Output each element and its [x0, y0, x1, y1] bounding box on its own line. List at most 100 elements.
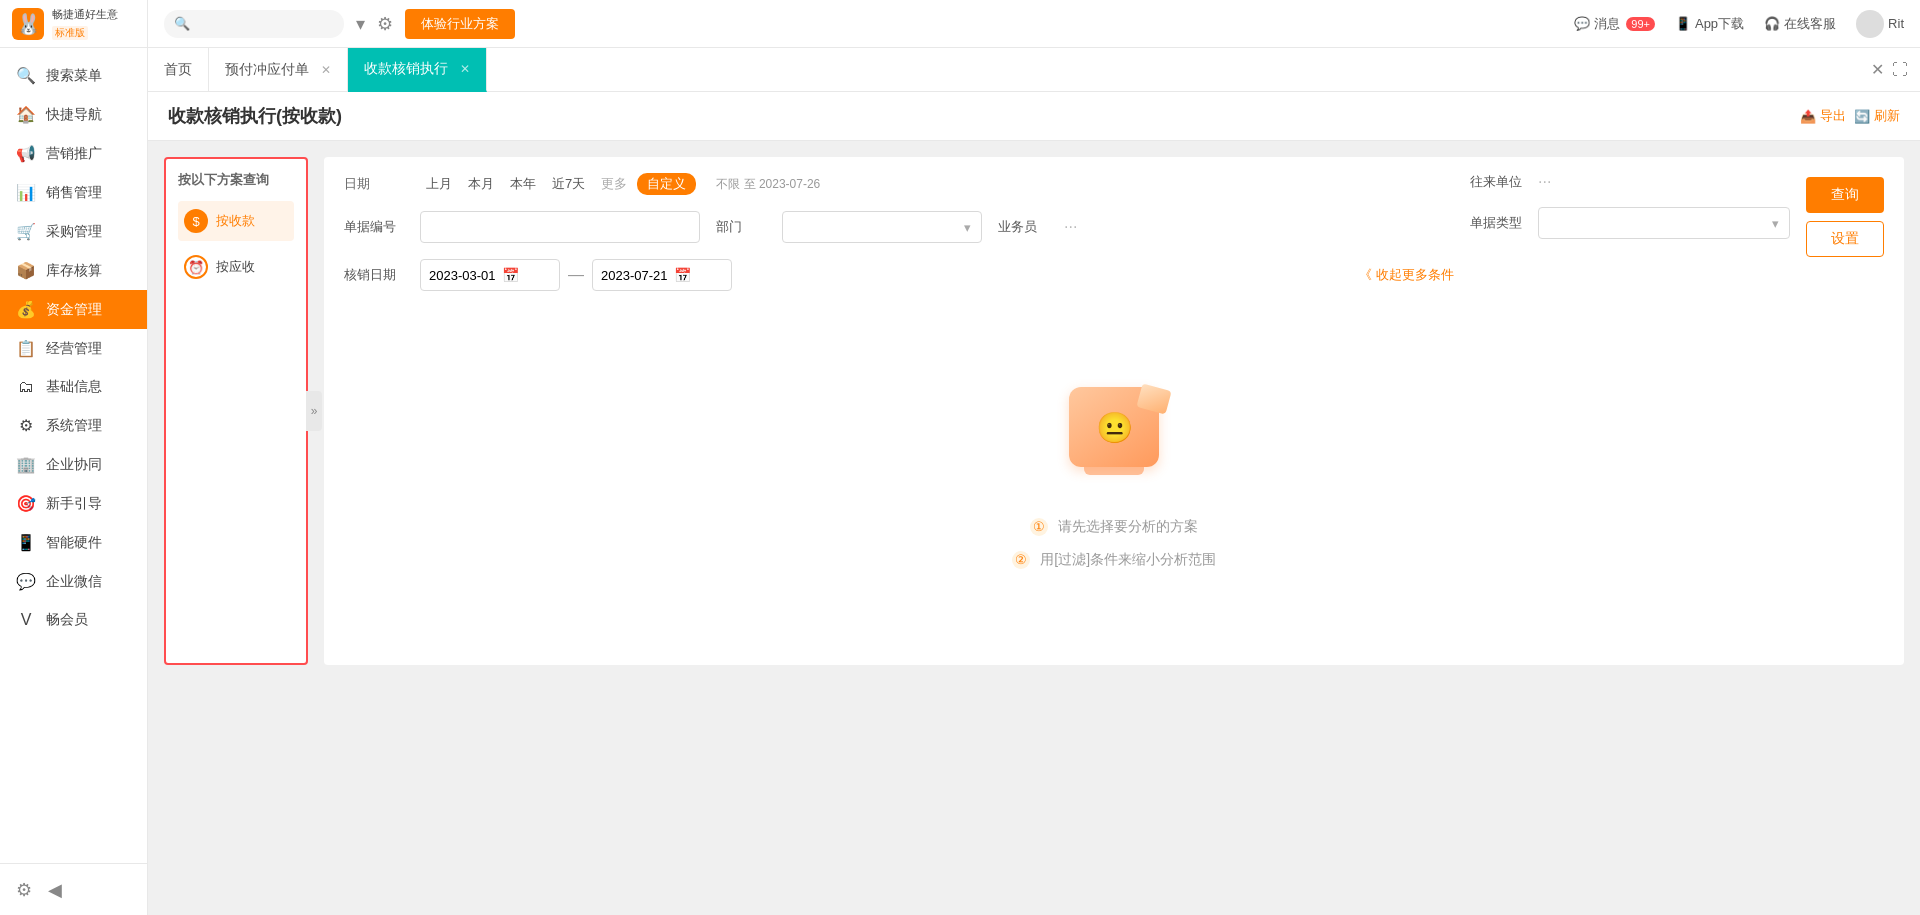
- sidebar-item-guide[interactable]: 🎯新手引导: [0, 484, 147, 523]
- counterpart-row: 往来单位 ···: [1470, 173, 1790, 191]
- date-tab-custom[interactable]: 自定义: [637, 173, 696, 195]
- bill-type-dropdown-icon: ▾: [1772, 216, 1779, 231]
- bill-type-select[interactable]: ▾: [1538, 207, 1790, 239]
- empty-hint-1: ① 请先选择要分析的方案: [1030, 517, 1198, 536]
- search-menu-icon: 🔍: [16, 66, 36, 85]
- sidebar-item-purchase[interactable]: 🛒采购管理: [0, 212, 147, 251]
- verify-date-group: 2023-03-01 📅 — 2023-07-21 📅: [420, 259, 732, 291]
- content-area: 按以下方案查询 $ 按收款 ⏰ 按应收 » 日期: [148, 141, 1920, 681]
- sidebar-item-inventory[interactable]: 📦 库存核算: [0, 251, 147, 290]
- tab-home[interactable]: 首页: [148, 48, 209, 92]
- filter-collapse-button[interactable]: »: [306, 391, 322, 431]
- tab-bar-actions: ✕ ⛶: [1871, 60, 1920, 79]
- date-start-value: 2023-03-01: [429, 268, 496, 283]
- sidebar-item-enterprise-wechat[interactable]: 💬 企业微信: [0, 562, 147, 601]
- refresh-button[interactable]: 🔄 刷新: [1854, 107, 1900, 125]
- date-tab-last-month[interactable]: 上月: [420, 173, 458, 195]
- close-window-icon[interactable]: ✕: [1871, 60, 1884, 79]
- tab-collection[interactable]: 收款核销执行 ✕: [348, 48, 487, 92]
- query-setting-buttons: 查询 设置: [1806, 173, 1884, 257]
- message-button[interactable]: 💬 消息 99+: [1574, 15, 1655, 33]
- sidebar-item-label: 资金管理: [46, 301, 102, 319]
- app-icon: 📱: [1675, 16, 1691, 31]
- sidebar-item-label: 新手引导: [46, 495, 102, 513]
- inventory-icon: 📦: [16, 261, 36, 280]
- verify-date-end[interactable]: 2023-07-21 📅: [592, 259, 732, 291]
- receivable-label: 按应收: [216, 258, 255, 276]
- chevron-down-icon[interactable]: ▾: [356, 13, 365, 35]
- filter-title: 按以下方案查询: [178, 171, 294, 189]
- tab-collection-close[interactable]: ✕: [460, 62, 470, 76]
- sidebar-item-member[interactable]: V畅会员: [0, 601, 147, 639]
- app-download-button[interactable]: 📱 App下载: [1675, 15, 1744, 33]
- filter-by-receivable[interactable]: ⏰ 按应收: [178, 247, 294, 287]
- export-icon: 📤: [1800, 109, 1816, 124]
- sidebar-item-marketing[interactable]: 📢营销推广: [0, 134, 147, 173]
- setting-button[interactable]: 设置: [1806, 221, 1884, 257]
- hint-2-text: 用[过滤]条件来缩小分析范围: [1040, 551, 1216, 567]
- sidebar: 🐰 畅捷通好生意 标准版 🔍搜索菜单🏠快捷导航📢营销推广📊销售管理🛒采购管理 📦 库…: [0, 0, 148, 915]
- sidebar-item-label: 企业协同: [46, 456, 102, 474]
- page-title: 收款核销执行(按收款): [168, 104, 342, 128]
- staff-selector[interactable]: ···: [1064, 218, 1077, 236]
- bill-no-input[interactable]: [420, 211, 700, 243]
- counterpart-label: 往来单位: [1470, 173, 1530, 191]
- date-label: 日期: [344, 175, 404, 193]
- hint-2-number: ②: [1012, 551, 1030, 569]
- search-box[interactable]: 🔍: [164, 10, 344, 38]
- sidebar-item-basic-info[interactable]: 🗂基础信息: [0, 368, 147, 406]
- sidebar-item-search-menu[interactable]: 🔍搜索菜单: [0, 56, 147, 95]
- sidebar-logo: 🐰: [12, 8, 44, 40]
- sidebar-nav: 🔍搜索菜单🏠快捷导航📢营销推广📊销售管理🛒采购管理 📦 库存核算 💰 资金管理 📋经营管理…: [0, 48, 147, 863]
- query-row-1: 日期 上月 本月 本年 近7天 更多 自定义 不限 至 2023-07-26: [344, 173, 1884, 307]
- sidebar-item-smart-hardware[interactable]: 📱智能硬件: [0, 523, 147, 562]
- date-tab-7days[interactable]: 近7天: [546, 173, 591, 195]
- tab-prepay-close[interactable]: ✕: [321, 63, 331, 77]
- sidebar-item-system[interactable]: ⚙系统管理: [0, 406, 147, 445]
- sidebar-item-quick-nav[interactable]: 🏠快捷导航: [0, 95, 147, 134]
- date-tab-more[interactable]: 更多: [595, 173, 633, 195]
- sidebar-item-label: 快捷导航: [46, 106, 102, 124]
- verify-date-start[interactable]: 2023-03-01 📅: [420, 259, 560, 291]
- expand-icon[interactable]: ⛶: [1892, 61, 1908, 79]
- sidebar-item-label: 库存核算: [46, 262, 102, 280]
- user-name[interactable]: Rit: [1856, 10, 1904, 38]
- empty-state: 😐 ① 请先选择要分析的方案 ② 用[过滤]条件来缩小分析范围: [344, 307, 1884, 649]
- sidebar-item-label: 系统管理: [46, 417, 102, 435]
- enterprise-wechat-icon: 💬: [16, 572, 36, 591]
- sidebar-item-enterprise-collab[interactable]: 🏢 企业协同: [0, 445, 147, 484]
- query-button[interactable]: 查询: [1806, 177, 1884, 213]
- basic-info-icon: 🗂: [16, 378, 36, 396]
- marketing-icon: 📢: [16, 144, 36, 163]
- finance-icon: 💰: [16, 300, 36, 319]
- date-tab-this-month[interactable]: 本月: [462, 173, 500, 195]
- dept-select[interactable]: ▾: [782, 211, 982, 243]
- tab-home-label: 首页: [164, 61, 192, 79]
- sidebar-header: 🐰 畅捷通好生意 标准版: [0, 0, 147, 48]
- export-button[interactable]: 📤 导出: [1800, 107, 1846, 125]
- date-tab-this-year[interactable]: 本年: [504, 173, 542, 195]
- sidebar-brand-name: 畅捷通好生意: [52, 7, 118, 21]
- sidebar-item-sales[interactable]: 📊销售管理: [0, 173, 147, 212]
- filter-by-collection[interactable]: $ 按收款: [178, 201, 294, 241]
- verify-date-row: 核销日期 2023-03-01 📅 — 2023-07-21 📅: [344, 259, 1454, 291]
- tab-prepay[interactable]: 预付冲应付单 ✕: [209, 48, 348, 92]
- collapse-icon[interactable]: ◀: [48, 879, 62, 901]
- sidebar-item-label: 企业微信: [46, 573, 102, 591]
- collapse-button[interactable]: 《 收起更多条件: [1359, 266, 1454, 284]
- sidebar-footer[interactable]: ⚙ ◀: [0, 863, 147, 915]
- gear-icon[interactable]: ⚙: [377, 13, 393, 35]
- message-icon: 💬: [1574, 16, 1590, 31]
- right-area: 日期 上月 本月 本年 近7天 更多 自定义 不限 至 2023-07-26: [324, 157, 1904, 665]
- industry-solution-button[interactable]: 体验行业方案: [405, 9, 515, 39]
- enterprise-collab-icon: 🏢: [16, 455, 36, 474]
- sidebar-item-finance[interactable]: 💰 资金管理: [0, 290, 147, 329]
- message-badge: 99+: [1626, 17, 1655, 31]
- sidebar-item-label: 智能硬件: [46, 534, 102, 552]
- sidebar-item-operations[interactable]: 📋经营管理: [0, 329, 147, 368]
- settings-icon[interactable]: ⚙: [16, 879, 32, 901]
- counterpart-selector[interactable]: ···: [1538, 173, 1551, 191]
- sales-icon: 📊: [16, 183, 36, 202]
- bill-row: 单据编号 部门 ▾ 业务员 ···: [344, 211, 1454, 243]
- online-service-button[interactable]: 🎧 在线客服: [1764, 15, 1836, 33]
